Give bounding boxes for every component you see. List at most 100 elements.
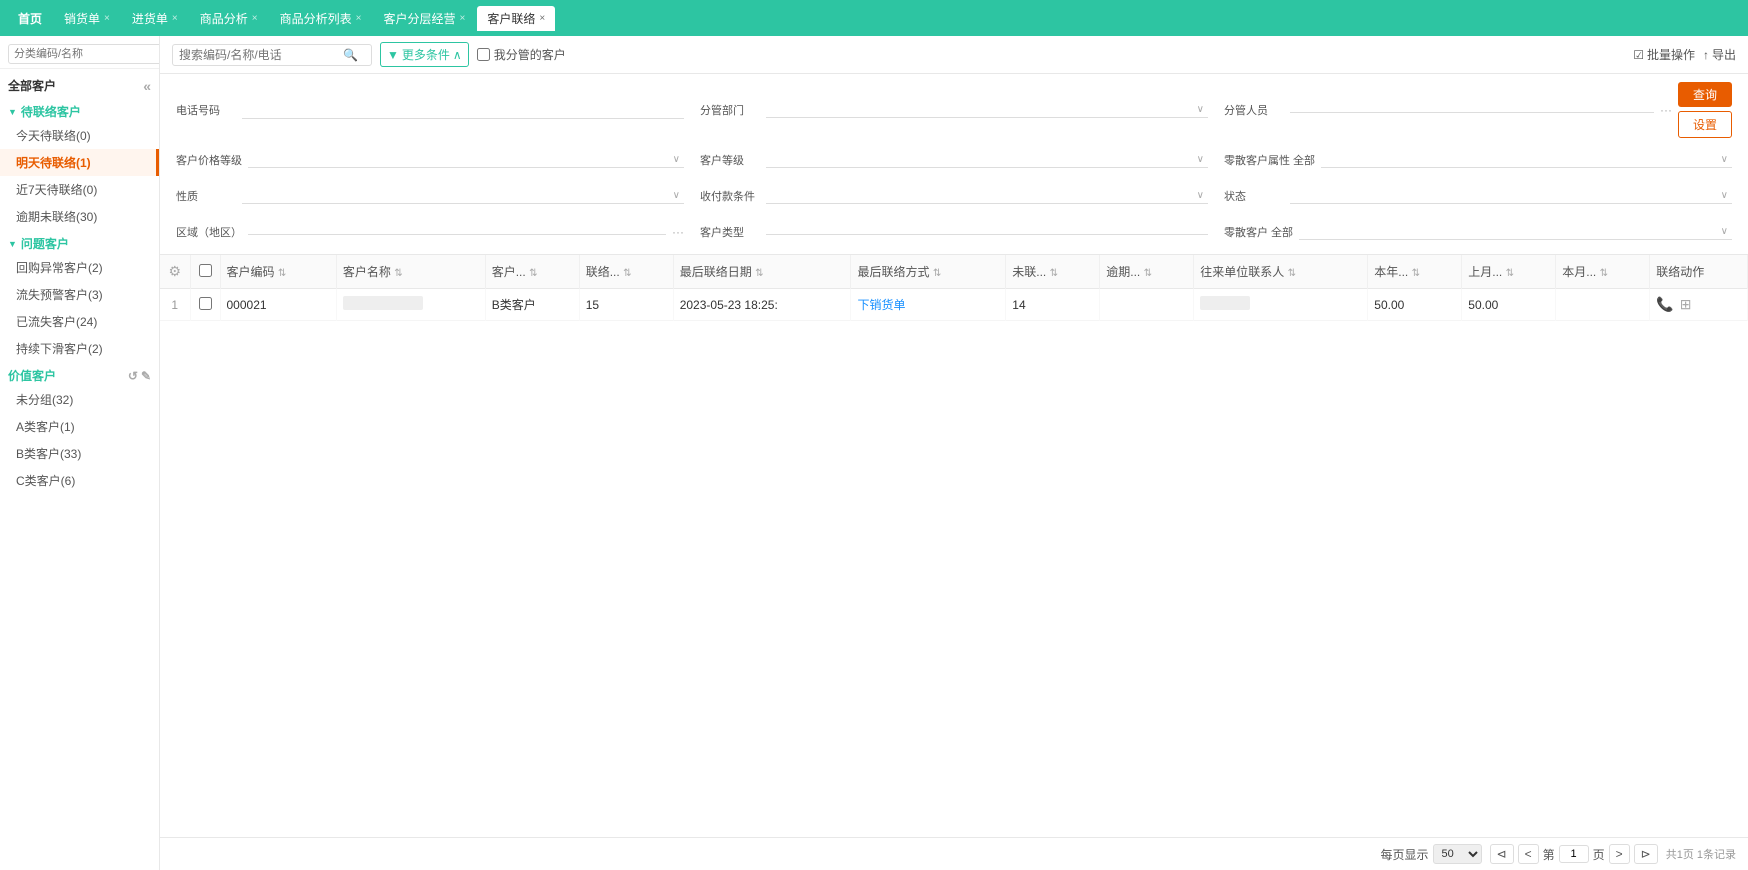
page-size-select[interactable]: 50 100 200 (1433, 844, 1482, 864)
row-check[interactable] (190, 289, 220, 321)
select-all-checkbox[interactable] (199, 264, 212, 277)
sales-close-icon[interactable]: × (104, 13, 110, 24)
sidebar-item-overdue-contact[interactable]: 逾期未联络(30) (0, 203, 159, 230)
row-code: 000021 (220, 289, 336, 321)
grid-action-icon[interactable]: ⊞ (1680, 296, 1692, 313)
page-number-input[interactable] (1559, 845, 1589, 863)
th-contact-person[interactable]: 往来单位联系人 ⇅ (1194, 255, 1368, 289)
sidebar-item-today-contact[interactable]: 今天待联络(0) (0, 122, 159, 149)
th-last-month[interactable]: 上月... ⇅ (1462, 255, 1556, 289)
status-select[interactable]: ∨ (1290, 188, 1732, 204)
problem-group-label: 问题客户 (21, 235, 69, 252)
th-last-date[interactable]: 最后联络日期 ⇅ (673, 255, 851, 289)
price-level-select[interactable]: ∨ (248, 152, 684, 168)
prev-page-btn[interactable]: < (1518, 844, 1539, 864)
settings-icon[interactable]: ⚙ (168, 263, 181, 279)
total-records: 共1页 1条记录 (1666, 846, 1736, 862)
nav-customer-contact[interactable]: 客户联络 × (477, 6, 555, 31)
filter-search-icon[interactable]: 🔍 (343, 48, 358, 62)
th-check[interactable] (190, 255, 220, 289)
phone-action-icon[interactable]: 📞 (1656, 296, 1673, 313)
sidebar-item-declining[interactable]: 持续下滑客户(2) (0, 335, 159, 362)
last-page-btn[interactable]: ⊳ (1634, 844, 1658, 864)
th-type[interactable]: 客户... ⇅ (485, 255, 579, 289)
goods-analysis-list-close-icon[interactable]: × (356, 13, 362, 24)
sidebar-collapse-icon[interactable]: « (143, 78, 151, 94)
person-ellipsis[interactable]: ··· (1660, 103, 1672, 117)
my-customers-checkbox[interactable] (477, 48, 490, 61)
sidebar-item-tomorrow-contact[interactable]: 明天待联络(1) (0, 149, 159, 176)
nav-customer-tier[interactable]: 客户分层经营 × (373, 6, 475, 31)
row-last-method-link[interactable]: 下销货单 (857, 298, 905, 312)
sidebar-group-problem[interactable]: 问题客户 (0, 230, 159, 254)
th-code[interactable]: 客户编码 ⇅ (220, 255, 336, 289)
goods-analysis-close-icon[interactable]: × (252, 13, 258, 24)
th-last-method[interactable]: 最后联络方式 ⇅ (851, 255, 1006, 289)
th-this-month[interactable]: 本月... ⇅ (1556, 255, 1650, 289)
customer-level-select[interactable]: ∨ (766, 152, 1208, 168)
last-method-sort-icon: ⇅ (933, 268, 941, 279)
sidebar-item-class-c[interactable]: C类客户(6) (0, 467, 159, 494)
batch-label: 批量操作 (1647, 46, 1695, 63)
th-this-year[interactable]: 本年... ⇅ (1368, 255, 1462, 289)
set-btn[interactable]: 设置 (1678, 111, 1732, 138)
contact-count-sort-icon: ⇅ (623, 268, 631, 279)
nav-purchase[interactable]: 进货单 × (122, 6, 188, 31)
th-name[interactable]: 客户名称 ⇅ (336, 255, 485, 289)
value-group-icons: ↺ ✎ (128, 369, 151, 383)
th-uncontacted[interactable]: 未联... ⇅ (1006, 255, 1100, 289)
more-filters-chevron: ∧ (453, 48, 462, 62)
sidebar-item-unclassified[interactable]: 未分组(32) (0, 386, 159, 413)
phone-input[interactable] (242, 102, 684, 119)
th-overdue[interactable]: 逾期... ⇅ (1100, 255, 1194, 289)
refresh-icon[interactable]: ↺ (128, 369, 138, 383)
th-this-year-label: 本年... (1374, 265, 1408, 279)
region-label: 区域（地区） (176, 224, 242, 240)
sidebar-item-class-a[interactable]: A类客户(1) (0, 413, 159, 440)
th-settings[interactable]: ⚙ (160, 255, 190, 289)
th-contact-count[interactable]: 联络... ⇅ (579, 255, 673, 289)
row-num-value: 1 (171, 298, 178, 312)
retail-customer-select[interactable]: ∨ (1299, 224, 1732, 240)
page-label: 第 (1543, 846, 1555, 863)
next-page-btn[interactable]: > (1609, 844, 1630, 864)
sidebar-item-week-contact[interactable]: 近7天待联络(0) (0, 176, 159, 203)
batch-btn[interactable]: ☑ 批量操作 (1633, 46, 1695, 63)
row-last-month: 50.00 (1462, 289, 1556, 321)
retail-attr-select[interactable]: ∨ (1321, 152, 1732, 168)
payment-select[interactable]: ∨ (766, 188, 1208, 204)
nav-home[interactable]: 首页 (8, 6, 52, 31)
more-filters-btn[interactable]: ▼ 更多条件 ∧ (380, 42, 469, 67)
row-checkbox[interactable] (199, 297, 212, 310)
row-last-date-value: 2023-05-23 18:25: (680, 298, 778, 312)
home-label: 首页 (18, 10, 42, 27)
purchase-label: 进货单 (132, 10, 168, 27)
row-name-value (343, 296, 423, 310)
first-page-btn[interactable]: ⊲ (1490, 844, 1514, 864)
my-customers-checkbox-label[interactable]: 我分管的客户 (477, 46, 566, 63)
edit-icon[interactable]: ✎ (141, 369, 151, 383)
region-ellipsis[interactable]: ··· (672, 225, 684, 239)
sidebar-item-churned[interactable]: 已流失客户(24) (0, 308, 159, 335)
customer-contact-close-icon[interactable]: × (539, 13, 545, 24)
sidebar-item-class-b[interactable]: B类客户(33) (0, 440, 159, 467)
my-customers-label: 我分管的客户 (494, 46, 566, 63)
sidebar-item-repurchase-abnormal[interactable]: 回购异常客户(2) (0, 254, 159, 281)
sidebar-item-churn-warning[interactable]: 流失预警客户(3) (0, 281, 159, 308)
filter-search-input[interactable] (179, 48, 339, 62)
nav-goods-analysis-list[interactable]: 商品分析列表 × (270, 6, 372, 31)
sidebar-group-pending[interactable]: 待联络客户 (0, 98, 159, 122)
nature-select[interactable]: ∨ (242, 188, 684, 204)
nav-goods-analysis[interactable]: 商品分析 × (190, 6, 268, 31)
th-last-method-label: 最后联络方式 (857, 265, 929, 279)
customer-tier-close-icon[interactable]: × (459, 13, 465, 24)
th-action: 联络动作 (1650, 255, 1748, 289)
sidebar-search-input[interactable] (8, 44, 160, 64)
query-btn[interactable]: 查询 (1678, 82, 1732, 107)
export-btn[interactable]: ↑ 导出 (1703, 46, 1736, 63)
purchase-close-icon[interactable]: × (172, 13, 178, 24)
dept-select[interactable]: ∨ (766, 102, 1208, 118)
nav-sales[interactable]: 销货单 × (54, 6, 120, 31)
this-month-sort-icon: ⇅ (1600, 268, 1608, 279)
uncontacted-sort-icon: ⇅ (1050, 268, 1058, 279)
